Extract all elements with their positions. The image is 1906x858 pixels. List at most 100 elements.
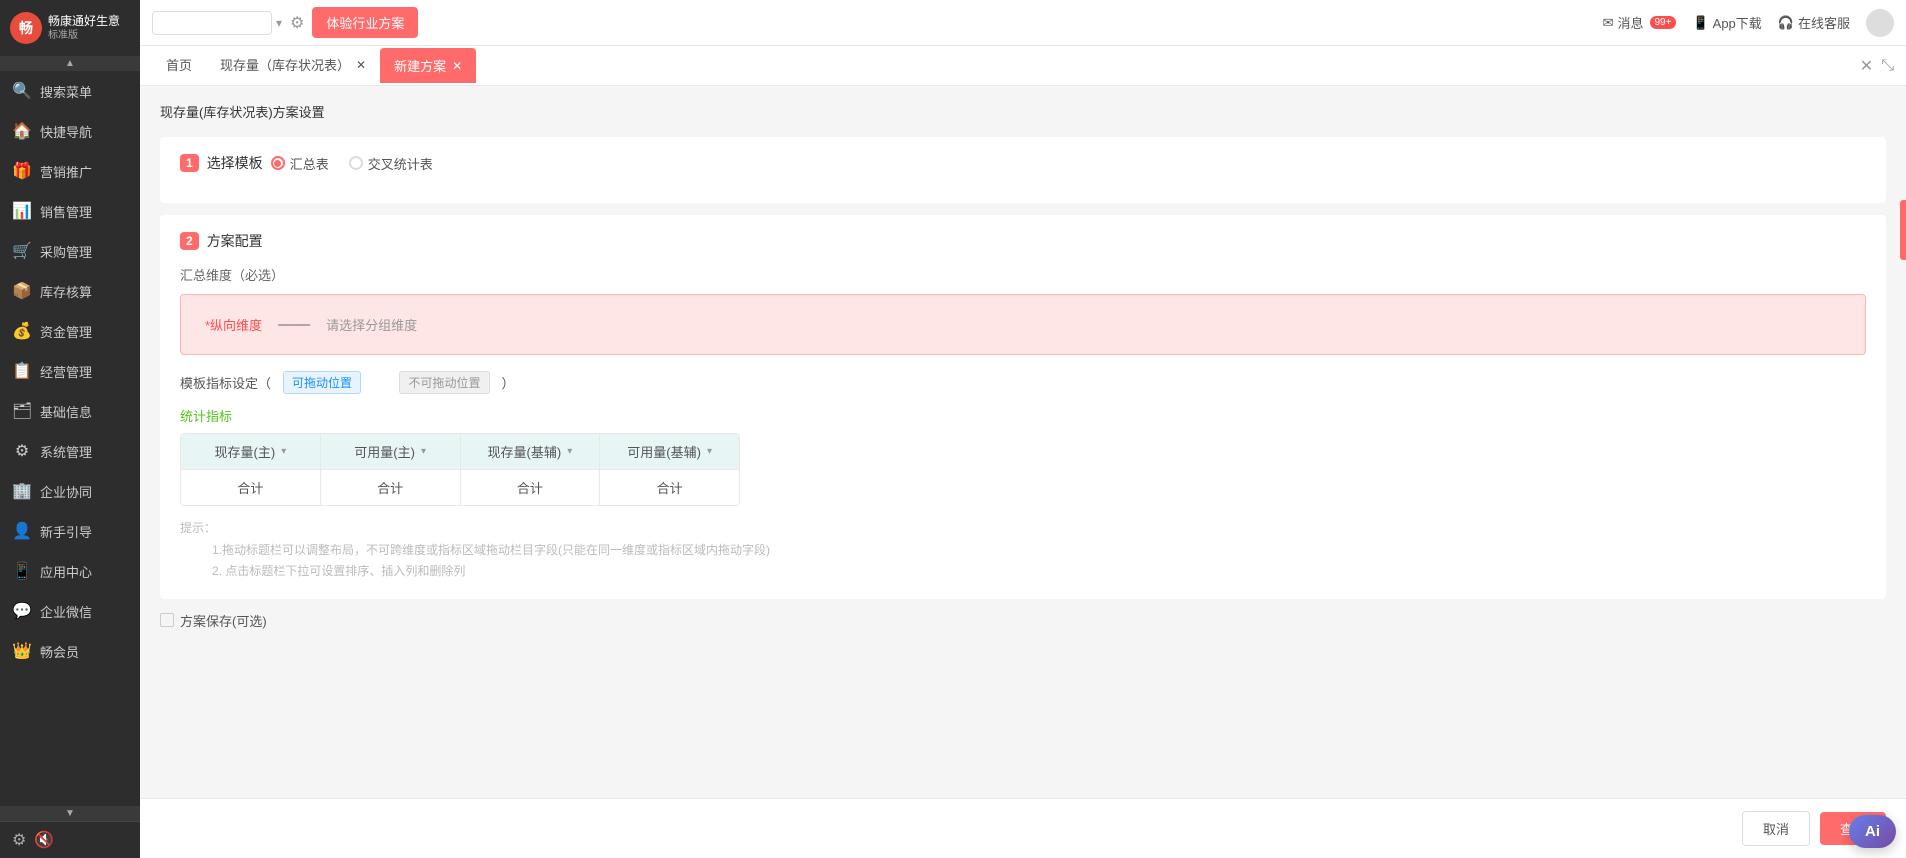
sidebar-item-icon: 📦 <box>12 281 32 301</box>
sidebar-item-label: 营销推广 <box>40 162 92 181</box>
sidebar-item-销售管理[interactable]: 📊销售管理 <box>0 191 140 231</box>
volume-icon[interactable]: 🔇 <box>34 830 54 850</box>
sidebar-item-label: 企业协同 <box>40 482 92 501</box>
sidebar-item-系统管理[interactable]: ⚙系统管理 <box>0 431 140 471</box>
messages-btn[interactable]: ✉ 消息 99+ <box>1603 13 1677 32</box>
logo-text: 畅康通好生意 标准版 <box>48 14 120 43</box>
step2-badge: 2 <box>180 232 199 250</box>
sidebar-item-label: 畅会员 <box>40 642 79 661</box>
stats-col-sub-label: 合计 <box>237 481 263 496</box>
tip-item: 1.拖动标题栏可以调整布局，不可跨维度或指标区域拖动栏目字段(只能在同一维度或指… <box>180 540 1866 562</box>
page-content: 现存量(库存状况表)方案设置 1 选择模板 汇总表 交叉统计表 2 方案配置 汇总… <box>140 86 1906 798</box>
sidebar-logo: 畅 畅康通好生意 标准版 <box>0 0 140 56</box>
radio-汇总表[interactable]: 汇总表 <box>271 154 329 173</box>
sidebar-item-icon: 🔍 <box>12 81 32 101</box>
sidebar-item-库存核算[interactable]: 📦 库存核算 <box>0 271 140 311</box>
vertical-dimension-label: *纵向维度 <box>205 315 262 334</box>
topbar-gear-icon[interactable]: ⚙ <box>290 13 304 33</box>
step2-card: 2 方案配置 汇总维度（必选） *纵向维度 —— 请选择分组维度 模板指标设定（… <box>160 215 1886 599</box>
step1-card: 1 选择模板 汇总表 交叉统计表 <box>160 137 1886 203</box>
step1-header: 1 选择模板 汇总表 交叉统计表 <box>180 153 1866 173</box>
sidebar-item-icon: 🛒 <box>12 241 32 261</box>
cancel-button[interactable]: 取消 <box>1742 811 1810 846</box>
close-icon[interactable]: ✕ <box>1860 56 1873 76</box>
chevron-down-icon[interactable]: ▾ <box>707 446 712 457</box>
page-title: 现存量(库存状况表)方案设置 <box>160 102 1886 121</box>
settings-icon[interactable]: ⚙ <box>12 830 26 850</box>
stats-body-col: 合计 <box>321 470 461 505</box>
sidebar-item-经营管理[interactable]: 📋经营管理 <box>0 351 140 391</box>
sidebar-item-应用中心[interactable]: 📱应用中心 <box>0 551 140 591</box>
dimension-arrow: —— <box>278 316 310 334</box>
step1-badge: 1 <box>180 154 199 172</box>
radio-label-text: 汇总表 <box>290 154 329 173</box>
tip-item: 2. 点击标题栏下拉可设置排序、插入列和删除列 <box>180 561 1866 583</box>
sidebar-bottom: ⚙ 🔇 <box>0 821 140 858</box>
sidebar-item-基础信息[interactable]: 🗂基础信息 <box>0 391 140 431</box>
sidebar-item-label: 经营管理 <box>40 362 92 381</box>
user-avatar[interactable] <box>1866 9 1894 37</box>
sidebar-item-畅会员[interactable]: 👑 畅会员 <box>0 631 140 671</box>
sidebar-item-快捷导航[interactable]: 🏠快捷导航 <box>0 111 140 151</box>
sidebar-item-企业协同[interactable]: 🏢 企业协同 <box>0 471 140 511</box>
summary-dimension-label: 汇总维度（必选） <box>180 265 1866 284</box>
right-collapse-handle[interactable] <box>1900 200 1906 260</box>
online-support-btn[interactable]: 🎧 在线客服 <box>1778 13 1850 32</box>
stats-header-col[interactable]: 现存量(基辅)▾ <box>461 434 601 469</box>
sidebar-item-搜索菜单[interactable]: 🔍搜索菜单 <box>0 71 140 111</box>
topbar-chevron-icon[interactable]: ▾ <box>276 16 282 30</box>
sidebar-item-icon: 👑 <box>12 641 32 661</box>
indicator-setting-label: 模板指标设定（ <box>180 373 271 392</box>
chevron-down-icon[interactable]: ▾ <box>567 446 572 457</box>
sidebar-scroll-up[interactable]: ▲ <box>0 56 140 71</box>
ai-float-button[interactable]: Ai <box>1849 815 1896 848</box>
sidebar-item-资金管理[interactable]: 💰资金管理 <box>0 311 140 351</box>
topbar-input[interactable] <box>152 11 272 35</box>
stats-header-col[interactable]: 可用量(主)▾ <box>321 434 461 469</box>
app-download-btn[interactable]: 📱 App下载 <box>1692 13 1761 32</box>
sidebar-item-icon: 💬 <box>12 601 32 621</box>
radio-交叉统计表[interactable]: 交叉统计表 <box>349 154 433 173</box>
save-option: 方案保存(可选) <box>160 611 1886 630</box>
indicator-setting-suffix: ） <box>502 373 515 392</box>
tab-label: 新建方案 <box>394 56 446 75</box>
stats-col-sub-label: 合计 <box>517 481 543 496</box>
step2-title: 方案配置 <box>207 231 263 251</box>
save-checkbox[interactable] <box>160 613 174 627</box>
stats-header-col[interactable]: 现存量(主)▾ <box>181 434 321 469</box>
sidebar-item-label: 基础信息 <box>40 402 92 421</box>
sidebar-item-采购管理[interactable]: 🛒 采购管理 <box>0 231 140 271</box>
trial-btn[interactable]: 体验行业方案 <box>312 7 418 38</box>
download-icon: 📱 <box>1692 15 1708 31</box>
tab-现存量（库存状况表）[interactable]: 现存量（库存状况表）✕ <box>206 47 380 84</box>
sidebar-item-label: 采购管理 <box>40 242 92 261</box>
sidebar-item-label: 资金管理 <box>40 322 92 341</box>
main-area: ▾ ⚙ 体验行业方案 ✉ 消息 99+ 📱 App下载 🎧 在线客服 首页现存量… <box>140 0 1906 858</box>
stats-header-col[interactable]: 可用量(基辅)▾ <box>600 434 739 469</box>
sidebar-item-企业微信[interactable]: 💬企业微信 <box>0 591 140 631</box>
expand-icon[interactable]: ⤡ <box>1881 57 1894 75</box>
sidebar-item-营销推广[interactable]: 🎁营销推广 <box>0 151 140 191</box>
tab-area-controls: ✕⤡ <box>1860 56 1894 76</box>
tab-新建方案[interactable]: 新建方案 ✕ <box>380 48 476 83</box>
tab-close-icon[interactable]: ✕ <box>452 59 462 73</box>
sidebar-item-label: 快捷导航 <box>40 122 92 141</box>
sidebar-item-新手引导[interactable]: 👤新手引导 <box>0 511 140 551</box>
topbar-right: ✉ 消息 99+ 📱 App下载 🎧 在线客服 <box>1603 9 1894 37</box>
tab-首页[interactable]: 首页 <box>152 47 206 84</box>
sidebar-scroll-down[interactable]: ▼ <box>0 806 140 821</box>
sidebar-item-label: 库存核算 <box>40 282 92 301</box>
no-drag-badge: 不可拖动位置 <box>399 371 489 394</box>
stats-table-body: 合计合计合计合计 <box>181 470 739 505</box>
chevron-down-icon[interactable]: ▾ <box>421 446 426 457</box>
sidebar-item-icon: 🏢 <box>12 481 32 501</box>
dimension-area[interactable]: *纵向维度 —— 请选择分组维度 <box>180 294 1866 355</box>
radio-label-text: 交叉统计表 <box>368 154 433 173</box>
step1-title: 选择模板 <box>207 153 263 173</box>
tab-close-icon[interactable]: ✕ <box>356 58 366 72</box>
sidebar-item-label: 应用中心 <box>40 562 92 581</box>
stats-body-col: 合计 <box>181 470 321 505</box>
chevron-down-icon[interactable]: ▾ <box>281 446 286 457</box>
save-option-label: 方案保存(可选) <box>180 611 267 630</box>
messages-badge: 99+ <box>1650 16 1677 29</box>
